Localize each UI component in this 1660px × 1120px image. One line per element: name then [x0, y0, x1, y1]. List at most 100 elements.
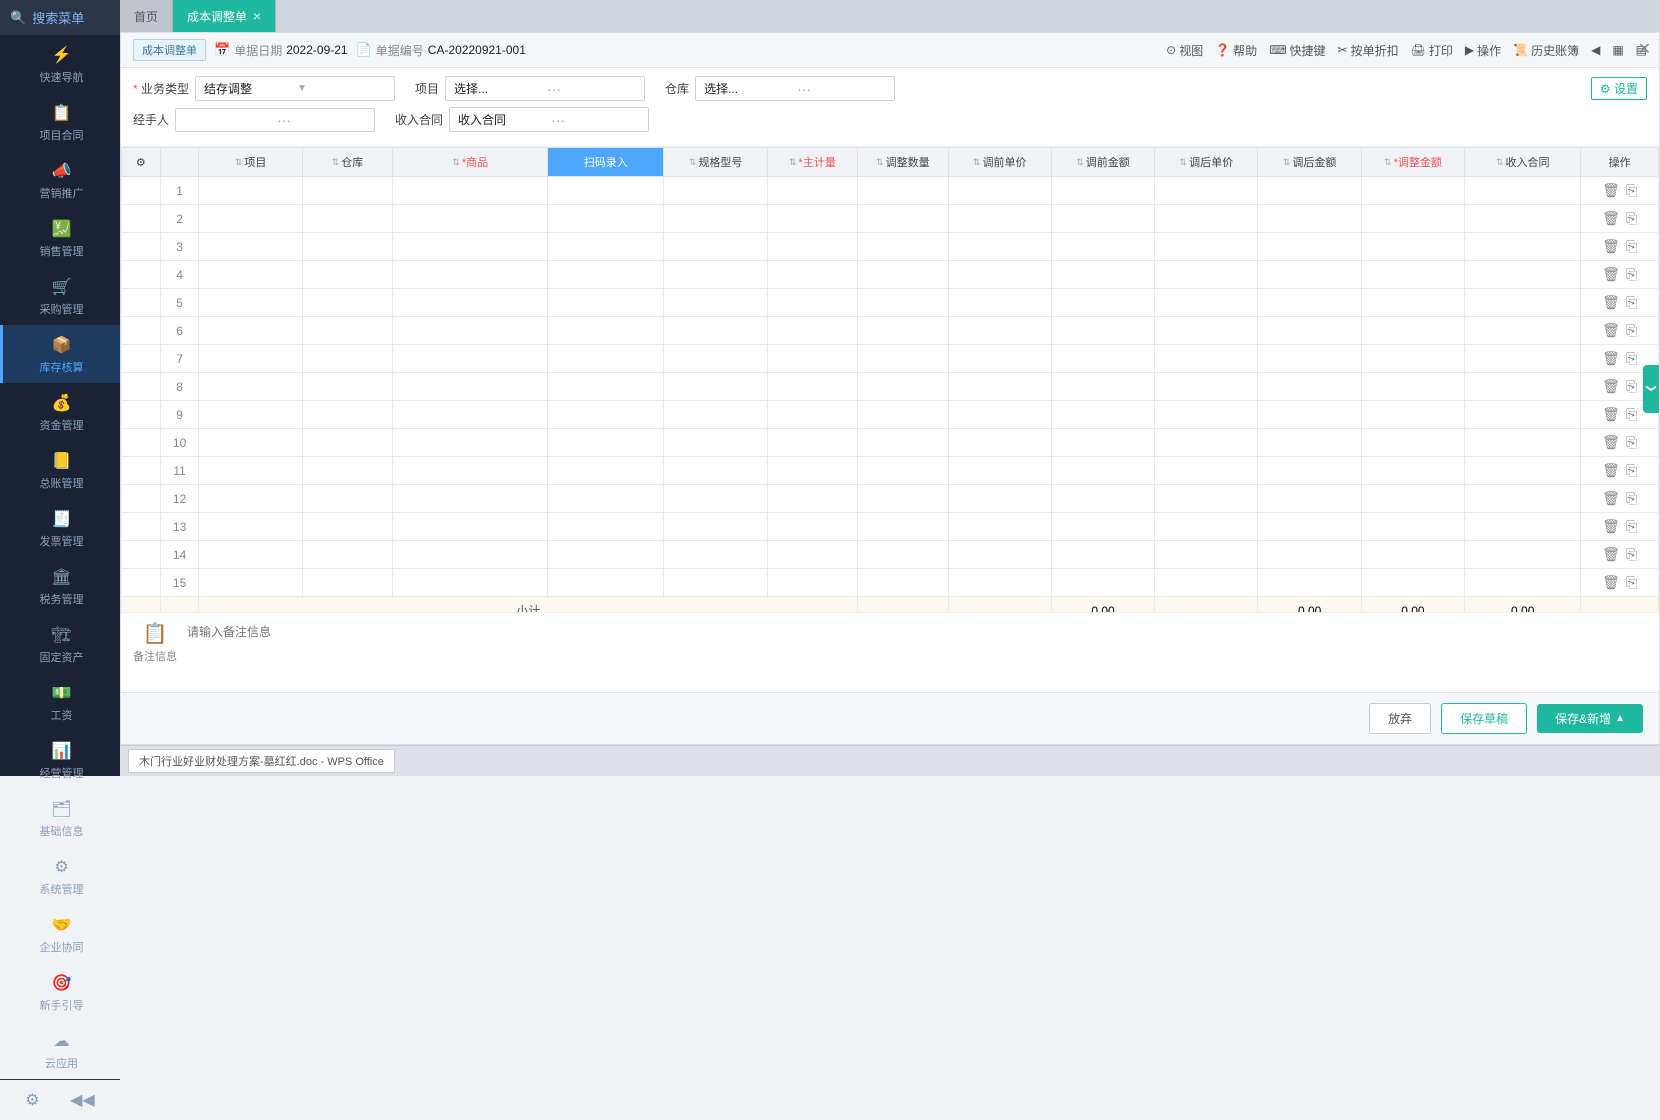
row-project-cell[interactable] [199, 317, 302, 345]
row-prev-price-cell[interactable] [948, 541, 1051, 569]
row-warehouse-cell[interactable] [302, 569, 392, 597]
row-warehouse-cell[interactable] [302, 541, 392, 569]
row-income-cell[interactable] [1465, 261, 1581, 289]
col-header-adj-amt[interactable]: ⇅ *调整金额 [1361, 148, 1464, 177]
row-income-cell[interactable] [1465, 541, 1581, 569]
row-delete-button[interactable]: 🗑 [1602, 434, 1620, 451]
row-scan-cell[interactable] [548, 205, 664, 233]
row-delete-button[interactable]: 🗑 [1602, 406, 1620, 423]
row-income-cell[interactable] [1465, 289, 1581, 317]
row-project-cell[interactable] [199, 233, 302, 261]
row-income-cell[interactable] [1465, 401, 1581, 429]
agent-select[interactable]: ··· [175, 108, 375, 132]
row-warehouse-cell[interactable] [302, 233, 392, 261]
row-unit-cell[interactable] [767, 233, 857, 261]
row-spec-cell[interactable] [664, 205, 767, 233]
row-scan-cell[interactable] [548, 485, 664, 513]
row-spec-cell[interactable] [664, 485, 767, 513]
sidebar-item-purchase-mgmt[interactable]: 🛒 采购管理 [0, 267, 120, 325]
row-prev-amt-cell[interactable] [1051, 401, 1154, 429]
row-product-cell[interactable] [393, 289, 548, 317]
row-delete-button[interactable]: 🗑 [1602, 574, 1620, 591]
action-help[interactable]: ❓ 帮助 [1215, 42, 1257, 59]
row-product-cell[interactable] [393, 513, 548, 541]
row-scan-cell[interactable] [548, 401, 664, 429]
row-after-amt-cell[interactable] [1258, 233, 1361, 261]
row-income-cell[interactable] [1465, 373, 1581, 401]
row-project-cell[interactable] [199, 289, 302, 317]
row-prev-price-cell[interactable] [948, 205, 1051, 233]
row-adj-amt-cell[interactable] [1361, 485, 1464, 513]
row-after-price-cell[interactable] [1155, 541, 1258, 569]
row-unit-cell[interactable] [767, 457, 857, 485]
close-window-button[interactable]: ✕ [1638, 39, 1651, 59]
col-header-after-amt[interactable]: ⇅ 调后金额 [1258, 148, 1361, 177]
sidebar-item-inventory-calc[interactable]: 📦 库存核算 [0, 325, 120, 383]
row-qty-cell[interactable] [858, 401, 948, 429]
action-operate[interactable]: ▶ 操作 [1465, 42, 1501, 59]
action-print[interactable]: 🖨 打印 [1411, 42, 1453, 59]
row-project-cell[interactable] [199, 205, 302, 233]
row-prev-amt-cell[interactable] [1051, 429, 1154, 457]
row-spec-cell[interactable] [664, 177, 767, 205]
sidebar-item-sales-promo[interactable]: 📣 营销推广 [0, 151, 120, 209]
row-after-amt-cell[interactable] [1258, 485, 1361, 513]
col-header-prev-price[interactable]: ⇅ 调前单价 [948, 148, 1051, 177]
row-spec-cell[interactable] [664, 233, 767, 261]
row-income-cell[interactable] [1465, 457, 1581, 485]
row-delete-button[interactable]: 🗑 [1602, 546, 1620, 563]
row-spec-cell[interactable] [664, 401, 767, 429]
row-prev-price-cell[interactable] [948, 457, 1051, 485]
row-spec-cell[interactable] [664, 513, 767, 541]
tab-close-button[interactable]: × [253, 8, 261, 24]
row-qty-cell[interactable] [858, 457, 948, 485]
row-after-amt-cell[interactable] [1258, 261, 1361, 289]
row-prev-price-cell[interactable] [948, 289, 1051, 317]
action-shortcut[interactable]: ⌨ 快捷键 [1269, 42, 1325, 59]
row-project-cell[interactable] [199, 541, 302, 569]
row-qty-cell[interactable] [858, 429, 948, 457]
row-scan-cell[interactable] [548, 233, 664, 261]
row-scan-cell[interactable] [548, 317, 664, 345]
col-header-project[interactable]: ⇅ 项目 [199, 148, 302, 177]
row-delete-button[interactable]: 🗑 [1602, 266, 1620, 283]
sidebar-item-ledger-mgmt[interactable]: 📒 总账管理 [0, 441, 120, 499]
row-prev-price-cell[interactable] [948, 345, 1051, 373]
col-header-prev-amt[interactable]: ⇅ 调前金额 [1051, 148, 1154, 177]
row-scan-cell[interactable] [548, 569, 664, 597]
row-after-amt-cell[interactable] [1258, 205, 1361, 233]
row-copy-button[interactable]: ⎘ [1626, 378, 1637, 395]
sidebar-item-project-contract[interactable]: 📋 项目合同 [0, 93, 120, 151]
row-delete-button[interactable]: 🗑 [1602, 294, 1620, 311]
taskbar-item[interactable]: 木门行业好业财处理方案-墓红红.doc - WPS Office [128, 749, 395, 773]
row-warehouse-cell[interactable] [302, 457, 392, 485]
col-header-warehouse[interactable]: ⇅ 仓库 [302, 148, 392, 177]
row-prev-price-cell[interactable] [948, 401, 1051, 429]
row-delete-button[interactable]: 🗑 [1602, 238, 1620, 255]
row-scan-cell[interactable] [548, 541, 664, 569]
right-accent-bar[interactable]: ❯ [1643, 365, 1659, 413]
row-copy-button[interactable]: ⎘ [1626, 490, 1637, 507]
row-prev-amt-cell[interactable] [1051, 345, 1154, 373]
row-income-cell[interactable] [1465, 513, 1581, 541]
row-warehouse-cell[interactable] [302, 345, 392, 373]
save-new-button[interactable]: 保存&新增 ▲ [1537, 704, 1643, 733]
row-qty-cell[interactable] [858, 205, 948, 233]
row-product-cell[interactable] [393, 345, 548, 373]
row-prev-amt-cell[interactable] [1051, 177, 1154, 205]
row-adj-amt-cell[interactable] [1361, 457, 1464, 485]
row-project-cell[interactable] [199, 401, 302, 429]
row-product-cell[interactable] [393, 317, 548, 345]
row-project-cell[interactable] [199, 513, 302, 541]
col-header-scan[interactable]: 扫码录入 [548, 148, 664, 177]
row-income-cell[interactable] [1465, 205, 1581, 233]
notes-input[interactable] [187, 621, 1647, 671]
row-product-cell[interactable] [393, 569, 548, 597]
sidebar-item-biz-mgmt[interactable]: 📊 经营管理 [0, 731, 120, 789]
row-product-cell[interactable] [393, 373, 548, 401]
row-warehouse-cell[interactable] [302, 485, 392, 513]
row-qty-cell[interactable] [858, 485, 948, 513]
row-unit-cell[interactable] [767, 345, 857, 373]
row-warehouse-cell[interactable] [302, 513, 392, 541]
row-spec-cell[interactable] [664, 457, 767, 485]
